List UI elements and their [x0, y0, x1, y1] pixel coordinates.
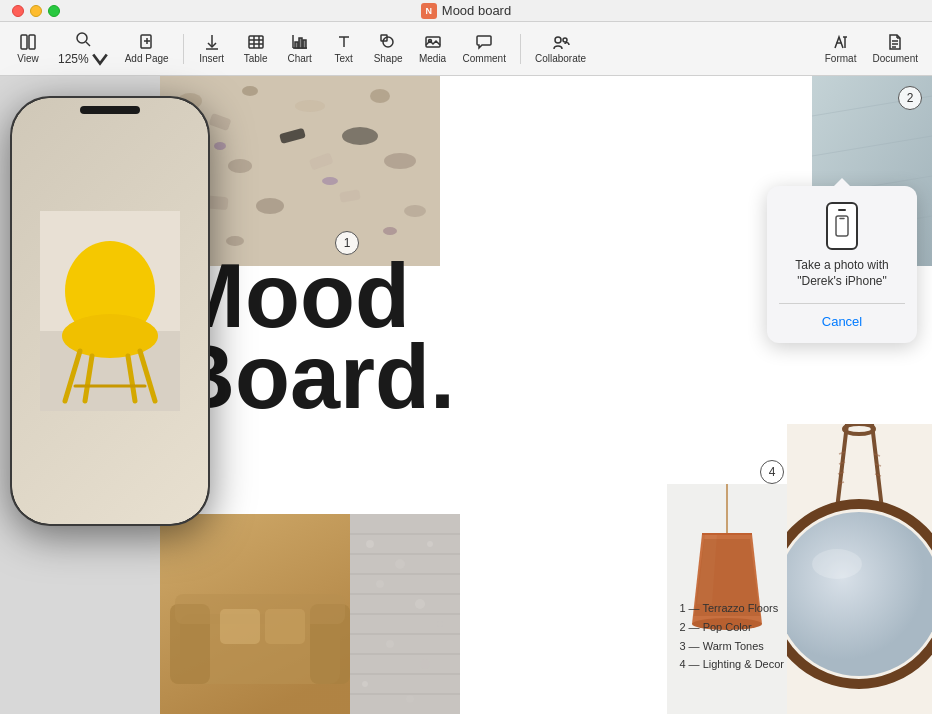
- svg-point-98: [406, 695, 414, 703]
- phone-icon: [826, 202, 858, 250]
- separator-1: [183, 34, 184, 64]
- close-button[interactable]: [12, 5, 24, 17]
- svg-point-94: [437, 621, 443, 627]
- popup-cancel-button[interactable]: Cancel: [816, 308, 868, 335]
- svg-point-59: [404, 205, 426, 217]
- svg-rect-9: [249, 36, 263, 48]
- table-button[interactable]: Table: [236, 26, 276, 72]
- zoom-value: 125%: [58, 50, 109, 68]
- maximize-button[interactable]: [48, 5, 60, 17]
- text-button[interactable]: Text: [324, 26, 364, 72]
- iphone-screen: Retake Use Photo: [12, 98, 208, 524]
- svg-point-47: [295, 100, 325, 112]
- media-label: Media: [419, 53, 446, 64]
- svg-point-26: [563, 38, 567, 42]
- canvas-area: Mood Board.: [160, 76, 932, 714]
- shape-button[interactable]: Shape: [368, 26, 409, 72]
- chart-label: Chart: [287, 53, 311, 64]
- svg-point-57: [256, 198, 284, 214]
- iphone-notch: [80, 106, 140, 114]
- chart-button[interactable]: Chart: [280, 26, 320, 72]
- format-label: Format: [825, 53, 857, 64]
- comment-button[interactable]: Comment: [457, 26, 512, 72]
- mirror-illustration: [787, 424, 932, 714]
- legend-item-1: 1 — Terrazzo Floors: [679, 599, 784, 618]
- annotation-4: 4: [760, 460, 784, 484]
- svg-point-55: [384, 153, 416, 169]
- svg-point-48: [370, 89, 390, 103]
- mirror-image: [787, 424, 932, 714]
- view-label: View: [17, 53, 39, 64]
- shape-label: Shape: [374, 53, 403, 64]
- toolbar-right: Format Document: [819, 26, 924, 72]
- moodboard-page: Mood Board.: [160, 76, 932, 714]
- svg-point-51: [342, 127, 378, 145]
- app-icon: N: [421, 3, 437, 19]
- svg-point-89: [366, 540, 374, 548]
- text-label: Text: [334, 53, 352, 64]
- window-title: N Mood board: [421, 3, 511, 19]
- legend-item-3: 3 — Warm Tones: [679, 637, 784, 656]
- format-button[interactable]: Format: [819, 26, 863, 72]
- popup-divider: [779, 303, 905, 304]
- svg-rect-18: [303, 40, 306, 48]
- annotation-1: 1: [335, 231, 359, 255]
- svg-point-21: [383, 37, 393, 47]
- add-page-label: Add Page: [125, 53, 169, 64]
- svg-point-95: [386, 640, 394, 648]
- separator-2: [520, 34, 521, 64]
- rug-illustration: [350, 514, 460, 714]
- traffic-lights: [12, 5, 60, 17]
- svg-rect-17: [299, 38, 302, 48]
- minimize-button[interactable]: [30, 5, 42, 17]
- svg-line-3: [86, 42, 90, 46]
- document-button[interactable]: Document: [866, 26, 924, 72]
- svg-point-96: [420, 659, 430, 669]
- document-label: Document: [872, 53, 918, 64]
- svg-point-92: [376, 580, 384, 588]
- insert-label: Insert: [199, 53, 224, 64]
- iphone-device: Retake Use Photo: [0, 76, 250, 714]
- svg-rect-16: [295, 42, 298, 48]
- svg-rect-1: [29, 35, 35, 49]
- collaborate-button[interactable]: Collaborate: [529, 26, 592, 72]
- media-button[interactable]: Media: [413, 26, 453, 72]
- legend: 1 — Terrazzo Floors 2 — Pop Color 3 — Wa…: [679, 599, 784, 674]
- popup-title: Take a photo with"Derek's iPhone": [795, 258, 888, 289]
- svg-point-2: [77, 33, 87, 43]
- add-page-button[interactable]: Add Page: [119, 26, 175, 72]
- chair-illustration: [40, 211, 180, 411]
- title-bar: N Mood board: [0, 0, 932, 22]
- legend-item-2: 2 — Pop Color: [679, 618, 784, 637]
- main-content: Retake Use Photo: [0, 76, 932, 714]
- svg-point-25: [555, 37, 561, 43]
- annotation-2: 2: [898, 86, 922, 110]
- svg-point-108: [812, 549, 862, 579]
- iphone-popup: Take a photo with"Derek's iPhone" Cancel: [767, 186, 917, 343]
- collaborate-label: Collaborate: [535, 53, 586, 64]
- popup-arrow: [834, 178, 850, 186]
- svg-point-93: [415, 599, 425, 609]
- zoom-control[interactable]: 125%: [52, 26, 115, 72]
- insert-button[interactable]: Insert: [192, 26, 232, 72]
- svg-point-63: [322, 177, 338, 185]
- svg-point-38: [62, 314, 158, 358]
- svg-point-64: [383, 227, 397, 235]
- comment-label: Comment: [463, 53, 506, 64]
- view-button[interactable]: View: [8, 26, 48, 72]
- iphone-frame: Retake Use Photo: [10, 96, 210, 526]
- table-label: Table: [244, 53, 268, 64]
- rug-image: [350, 514, 460, 714]
- toolbar: View 125% Add Page Insert: [0, 22, 932, 76]
- svg-point-107: [787, 512, 932, 676]
- svg-point-97: [362, 681, 368, 687]
- svg-point-90: [395, 559, 405, 569]
- svg-rect-0: [21, 35, 27, 49]
- legend-item-4: 4 — Lighting & Decor: [679, 655, 784, 674]
- svg-point-91: [427, 541, 433, 547]
- svg-rect-78: [265, 609, 305, 644]
- chair-photo: [12, 98, 208, 524]
